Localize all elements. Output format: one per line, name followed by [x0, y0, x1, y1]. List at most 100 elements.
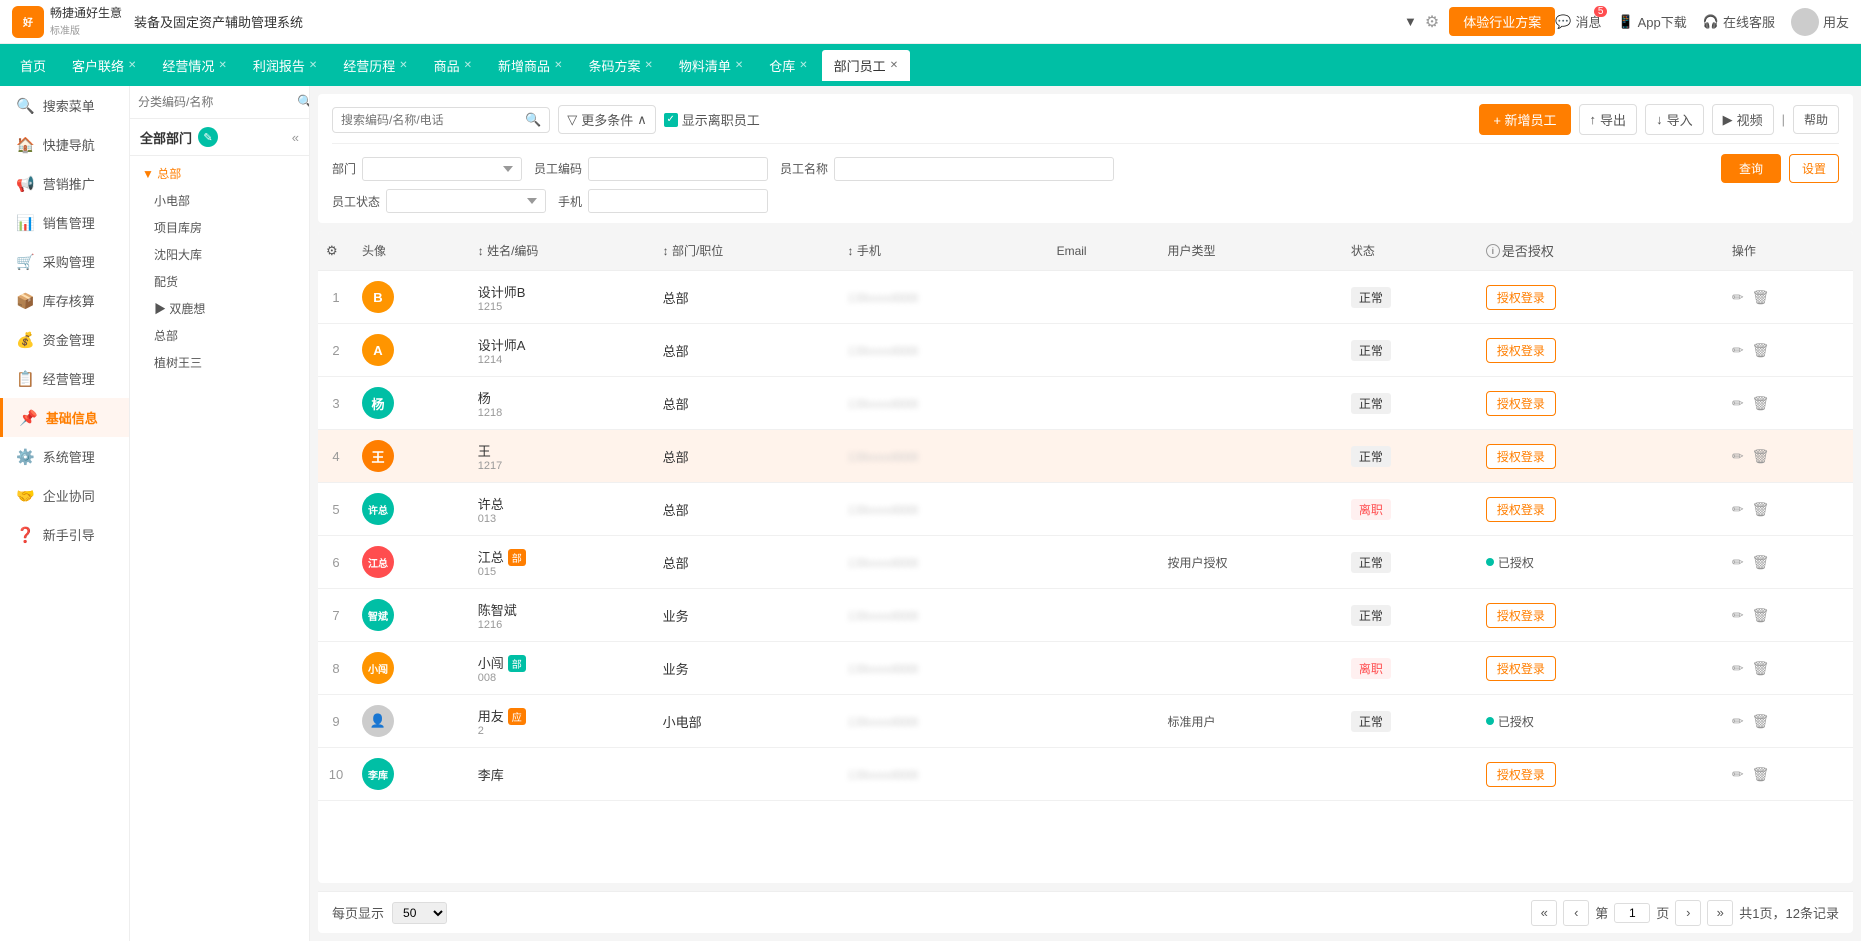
- sidebar-item-新手引导[interactable]: ❓新手引导: [0, 515, 129, 554]
- col-settings[interactable]: ⚙: [318, 231, 354, 271]
- online-service-btn[interactable]: 🎧 在线客服: [1703, 12, 1775, 31]
- tab-close-icon[interactable]: ✕: [309, 60, 317, 71]
- emp-status-select[interactable]: [386, 189, 546, 213]
- nav-tab-新增商品[interactable]: 新增商品✕: [486, 50, 574, 81]
- delete-icon[interactable]: 🗑: [1752, 766, 1770, 783]
- tree-item-zongbu[interactable]: 总部: [130, 322, 309, 349]
- sidebar-item-基础信息[interactable]: 📌基础信息: [0, 398, 129, 437]
- prev-page-btn[interactable]: ‹: [1563, 900, 1589, 926]
- delete-icon[interactable]: 🗑: [1752, 554, 1770, 571]
- tree-item-xiaodibu[interactable]: 小电部: [130, 187, 309, 214]
- tree-group-title-zongbu[interactable]: ▼ 总部: [130, 160, 309, 187]
- trial-btn[interactable]: 体验行业方案: [1449, 7, 1555, 36]
- edit-icon[interactable]: ✏: [1732, 766, 1744, 783]
- sidebar-item-搜索菜单[interactable]: 🔍搜索菜单: [0, 86, 129, 125]
- tab-close-icon[interactable]: ✕: [399, 60, 407, 71]
- sidebar-item-销售管理[interactable]: 📊销售管理: [0, 203, 129, 242]
- emp-name-input[interactable]: [834, 157, 1114, 181]
- delete-icon[interactable]: 🗑: [1752, 607, 1770, 624]
- auth-btn[interactable]: 授权登录: [1486, 603, 1556, 628]
- dept-select[interactable]: [362, 157, 522, 181]
- search-btn[interactable]: 查询: [1721, 154, 1781, 183]
- sidebar-item-采购管理[interactable]: 🛒采购管理: [0, 242, 129, 281]
- tab-close-icon[interactable]: ✕: [218, 60, 226, 71]
- nav-tab-商品[interactable]: 商品✕: [422, 50, 484, 81]
- more-conditions-btn[interactable]: ▽ 更多条件 ∧: [558, 105, 656, 134]
- auth-btn[interactable]: 授权登录: [1486, 285, 1556, 310]
- app-download-btn[interactable]: 📱 App下载: [1617, 12, 1686, 31]
- sys-dropdown-icon[interactable]: ▼: [1404, 14, 1417, 29]
- view-btn[interactable]: ▶ 视频: [1712, 104, 1774, 135]
- edit-icon[interactable]: ✏: [1732, 448, 1744, 465]
- set-btn[interactable]: 设置: [1789, 154, 1839, 183]
- edit-icon[interactable]: ✏: [1732, 342, 1744, 359]
- auth-btn[interactable]: 授权登录: [1486, 656, 1556, 681]
- tab-close-icon[interactable]: ✕: [799, 60, 807, 71]
- sidebar-item-快捷导航[interactable]: 🏠快捷导航: [0, 125, 129, 164]
- nav-tab-经营情况[interactable]: 经营情况✕: [150, 50, 238, 81]
- add-employee-btn[interactable]: + 新增员工: [1479, 104, 1570, 135]
- col-name[interactable]: ↕ 姓名/编码: [470, 231, 655, 271]
- last-page-btn[interactable]: »: [1707, 900, 1733, 926]
- tab-close-icon[interactable]: ✕: [554, 60, 562, 71]
- sidebar-item-资金管理[interactable]: 💰资金管理: [0, 320, 129, 359]
- nav-tab-首页[interactable]: 首页: [8, 50, 58, 81]
- tree-edit-icon[interactable]: ✎: [198, 127, 218, 147]
- auth-btn[interactable]: 授权登录: [1486, 338, 1556, 363]
- col-phone[interactable]: ↕ 手机: [839, 231, 1048, 271]
- delete-icon[interactable]: 🗑: [1752, 342, 1770, 359]
- sidebar-item-系统管理[interactable]: ⚙️系统管理: [0, 437, 129, 476]
- tree-search-input[interactable]: [138, 95, 293, 109]
- nav-tab-部门员工[interactable]: 部门员工✕: [822, 50, 910, 81]
- edit-icon[interactable]: ✏: [1732, 713, 1744, 730]
- tree-search-icon[interactable]: 🔍: [297, 94, 310, 110]
- nav-tab-仓库[interactable]: 仓库✕: [757, 50, 819, 81]
- page-size-select[interactable]: 50 100 200: [392, 902, 447, 924]
- delete-icon[interactable]: 🗑: [1752, 660, 1770, 677]
- import-btn[interactable]: ↓ 导入: [1645, 104, 1704, 135]
- tab-close-icon[interactable]: ✕: [735, 60, 743, 71]
- auth-btn[interactable]: 授权登录: [1486, 444, 1556, 469]
- page-number-input[interactable]: [1614, 903, 1650, 923]
- settings-gear-icon[interactable]: ⚙: [326, 243, 338, 258]
- sidebar-item-企业协同[interactable]: 🤝企业协同: [0, 476, 129, 515]
- nav-tab-客户联络[interactable]: 客户联络✕: [60, 50, 148, 81]
- export-btn[interactable]: ↑ 导出: [1579, 104, 1638, 135]
- nav-tab-条码方案[interactable]: 条码方案✕: [576, 50, 664, 81]
- search-icon[interactable]: 🔍: [525, 112, 541, 128]
- first-page-btn[interactable]: «: [1531, 900, 1557, 926]
- tree-collapse-btn[interactable]: «: [292, 130, 299, 145]
- nav-tab-物料清单[interactable]: 物料清单✕: [667, 50, 755, 81]
- edit-icon[interactable]: ✏: [1732, 607, 1744, 624]
- auth-btn[interactable]: 授权登录: [1486, 391, 1556, 416]
- delete-icon[interactable]: 🗑: [1752, 713, 1770, 730]
- col-dept[interactable]: ↕ 部门/职位: [655, 231, 840, 271]
- tab-close-icon[interactable]: ✕: [644, 60, 652, 71]
- user-area[interactable]: 用友: [1791, 8, 1849, 36]
- search-input[interactable]: [341, 113, 521, 127]
- next-page-btn[interactable]: ›: [1675, 900, 1701, 926]
- auth-btn[interactable]: 授权登录: [1486, 762, 1556, 787]
- delete-icon[interactable]: 🗑: [1752, 448, 1770, 465]
- nav-tab-利润报告[interactable]: 利润报告✕: [241, 50, 329, 81]
- sidebar-item-库存核算[interactable]: 📦库存核算: [0, 281, 129, 320]
- emp-code-input[interactable]: [588, 157, 768, 181]
- nav-tab-经营历程[interactable]: 经营历程✕: [331, 50, 419, 81]
- edit-icon[interactable]: ✏: [1732, 501, 1744, 518]
- edit-icon[interactable]: ✏: [1732, 289, 1744, 306]
- tab-close-icon[interactable]: ✕: [890, 60, 898, 71]
- settings-icon[interactable]: ⚙: [1425, 12, 1439, 32]
- sidebar-item-经营管理[interactable]: 📋经营管理: [0, 359, 129, 398]
- edit-icon[interactable]: ✏: [1732, 554, 1744, 571]
- tab-close-icon[interactable]: ✕: [464, 60, 472, 71]
- auth-btn[interactable]: 授权登录: [1486, 497, 1556, 522]
- tree-item-shuanglu[interactable]: ▶ 双鹿想: [130, 295, 309, 322]
- tab-close-icon[interactable]: ✕: [128, 60, 136, 71]
- delete-icon[interactable]: 🗑: [1752, 289, 1770, 306]
- tree-item-zhishu[interactable]: 植树王三: [130, 349, 309, 376]
- tree-item-xiangmu[interactable]: 项目库房: [130, 214, 309, 241]
- msg-btn[interactable]: 💬 消息 5: [1555, 12, 1601, 31]
- phone-input[interactable]: [588, 189, 768, 213]
- edit-icon[interactable]: ✏: [1732, 660, 1744, 677]
- delete-icon[interactable]: 🗑: [1752, 395, 1770, 412]
